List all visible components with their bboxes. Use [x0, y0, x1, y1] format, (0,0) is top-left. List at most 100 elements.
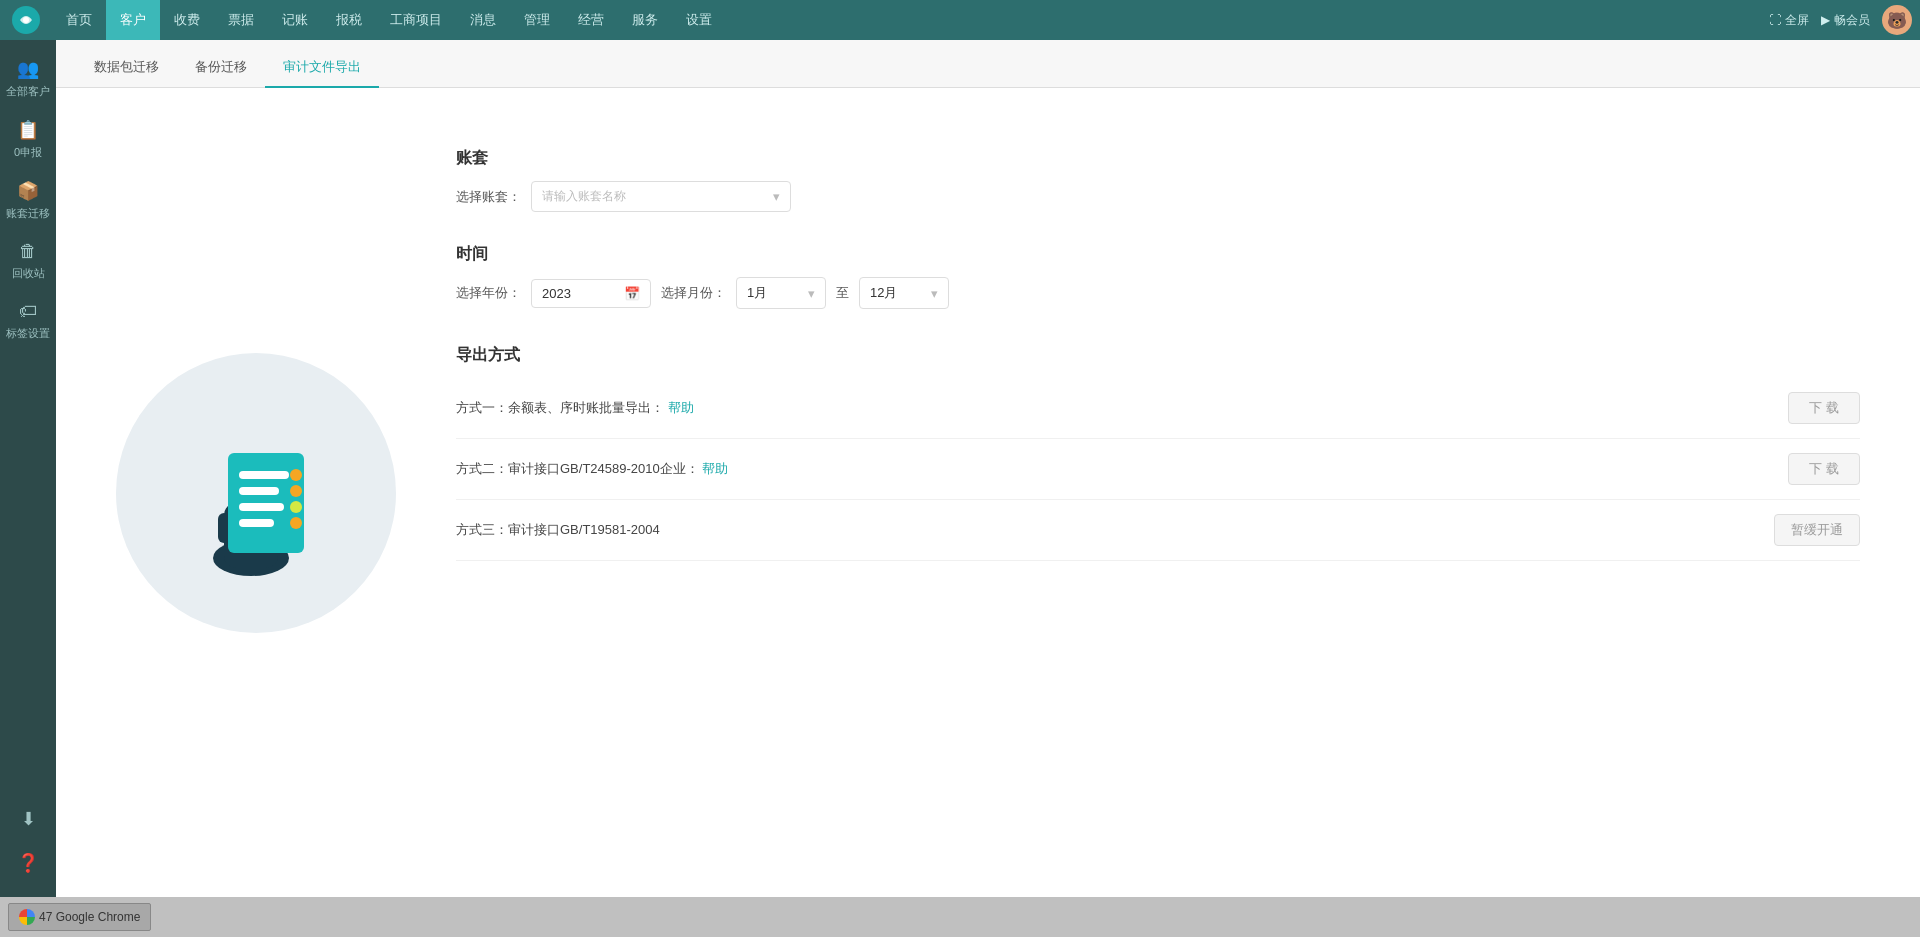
trash-icon: 🗑 — [19, 241, 37, 262]
nav-tax[interactable]: 报税 — [322, 0, 376, 40]
method-3-open-button[interactable]: 暂缓开通 — [1774, 514, 1860, 546]
month-end-chevron: ▾ — [931, 286, 938, 301]
content-area: 数据包迁移 备份迁移 审计文件导出 — [56, 40, 1920, 897]
sidebar-item-label: 账套迁移 — [6, 206, 50, 221]
nav-message[interactable]: 消息 — [456, 0, 510, 40]
app-logo — [8, 2, 44, 38]
illustration-circle — [116, 353, 396, 633]
taskbar: 47 Google Chrome — [0, 897, 1920, 937]
month-start-value: 1月 — [747, 284, 767, 302]
svg-point-13 — [290, 485, 302, 497]
method-2-label: 方式二：审计接口GB/T24589-2010企业： 帮助 — [456, 460, 728, 478]
sidebar-download-icon[interactable]: ⬇ — [10, 801, 46, 837]
export-section: 导出方式 方式一：余额表、序时账批量导出： 帮助 下 载 方式二：审计接口GB/… — [456, 345, 1860, 561]
nav-home[interactable]: 首页 — [52, 0, 106, 40]
nav-manage[interactable]: 管理 — [510, 0, 564, 40]
method-2-text: 方式二：审计接口GB/T24589-2010企业： — [456, 461, 699, 476]
top-nav: 首页 客户 收费 票据 记账 报税 工商项目 消息 管理 经营 服务 设置 ⛶ … — [0, 0, 1920, 40]
nav-settings[interactable]: 设置 — [672, 0, 726, 40]
time-section: 时间 选择年份： 2023 📅 选择月份： 1月 ▾ 至 — [456, 244, 1860, 317]
tab-audit-export[interactable]: 审计文件导出 — [265, 48, 379, 88]
month-end-select[interactable]: 12月 ▾ — [859, 277, 949, 309]
method-1-help-link[interactable]: 帮助 — [668, 400, 694, 415]
sidebar-bottom: ⬇ ❓ — [10, 801, 46, 897]
to-separator: 至 — [836, 284, 849, 302]
member-button[interactable]: ▶ 畅会员 — [1821, 12, 1870, 29]
sidebar-item-tag-settings[interactable]: 🏷 标签设置 — [0, 291, 56, 351]
tab-data-migrate[interactable]: 数据包迁移 — [76, 48, 177, 88]
time-section-title: 时间 — [456, 244, 1860, 265]
fullscreen-button[interactable]: ⛶ 全屏 — [1769, 12, 1809, 29]
account-select-input[interactable]: 请输入账套名称 ▾ — [531, 181, 791, 212]
export-method-3: 方式三：审计接口GB/T19581-2004 暂缓开通 — [456, 500, 1860, 561]
method-3-text: 方式三：审计接口GB/T19581-2004 — [456, 522, 660, 537]
svg-rect-8 — [239, 471, 289, 479]
sidebar-item-zero-declare[interactable]: 📋 0申报 — [0, 109, 56, 170]
year-input[interactable]: 2023 📅 — [531, 279, 651, 308]
nav-billing[interactable]: 收费 — [160, 0, 214, 40]
sidebar-item-recycle[interactable]: 🗑 回收站 — [0, 231, 56, 291]
time-row: 选择年份： 2023 📅 选择月份： 1月 ▾ 至 12月 — [456, 277, 1860, 309]
nav-service[interactable]: 服务 — [618, 0, 672, 40]
month-label: 选择月份： — [661, 284, 726, 302]
main-layout: 👥 全部客户 📋 0申报 📦 账套迁移 🗑 回收站 🏷 标签设置 ⬇ ❓ 数据包… — [0, 40, 1920, 897]
svg-point-14 — [290, 501, 302, 513]
illustration-area — [116, 128, 396, 857]
svg-point-15 — [290, 517, 302, 529]
account-select-placeholder: 请输入账套名称 — [542, 188, 626, 205]
chrome-icon — [19, 909, 35, 925]
sidebar: 👥 全部客户 📋 0申报 📦 账套迁移 🗑 回收站 🏷 标签设置 ⬇ ❓ — [0, 40, 56, 897]
method-3-label: 方式三：审计接口GB/T19581-2004 — [456, 521, 660, 539]
month-end-value: 12月 — [870, 284, 897, 302]
tag-icon: 🏷 — [19, 301, 37, 322]
sidebar-item-label: 回收站 — [12, 266, 45, 281]
export-section-title: 导出方式 — [456, 345, 1860, 366]
declare-icon: 📋 — [17, 119, 39, 141]
play-icon: ▶ — [1821, 13, 1830, 27]
nav-operation[interactable]: 经营 — [564, 0, 618, 40]
customers-icon: 👥 — [17, 58, 39, 80]
tab-backup-migrate[interactable]: 备份迁移 — [177, 48, 265, 88]
account-section-title: 账套 — [456, 148, 1860, 169]
account-select-row: 选择账套： 请输入账套名称 ▾ — [456, 181, 1860, 212]
nav-items: 首页 客户 收费 票据 记账 报税 工商项目 消息 管理 经营 服务 设置 — [52, 0, 1769, 40]
nav-invoice[interactable]: 票据 — [214, 0, 268, 40]
member-label: 畅会员 — [1834, 12, 1870, 29]
account-section: 账套 选择账套： 请输入账套名称 ▾ — [456, 148, 1860, 220]
svg-point-12 — [290, 469, 302, 481]
migrate-icon: 📦 — [17, 180, 39, 202]
avatar[interactable]: 🐻 — [1882, 5, 1912, 35]
account-select-chevron: ▾ — [773, 189, 780, 204]
nav-business[interactable]: 工商项目 — [376, 0, 456, 40]
sidebar-item-label: 0申报 — [14, 145, 42, 160]
calendar-icon: 📅 — [624, 286, 640, 301]
nav-right: ⛶ 全屏 ▶ 畅会员 🐻 — [1769, 5, 1912, 35]
fullscreen-label: 全屏 — [1785, 12, 1809, 29]
svg-rect-11 — [239, 519, 274, 527]
year-label: 选择年份： — [456, 284, 521, 302]
method-2-download-button[interactable]: 下 载 — [1788, 453, 1860, 485]
month-start-select[interactable]: 1月 ▾ — [736, 277, 826, 309]
account-select-label: 选择账套： — [456, 188, 521, 206]
method-1-download-button[interactable]: 下 载 — [1788, 392, 1860, 424]
export-method-1: 方式一：余额表、序时账批量导出： 帮助 下 载 — [456, 378, 1860, 439]
export-method-2: 方式二：审计接口GB/T24589-2010企业： 帮助 下 载 — [456, 439, 1860, 500]
method-1-label: 方式一：余额表、序时账批量导出： 帮助 — [456, 399, 694, 417]
year-value: 2023 — [542, 286, 571, 301]
taskbar-label: 47 Google Chrome — [39, 910, 140, 924]
method-1-text: 方式一：余额表、序时账批量导出： — [456, 400, 664, 415]
taskbar-chrome[interactable]: 47 Google Chrome — [8, 903, 151, 931]
nav-customer[interactable]: 客户 — [106, 0, 160, 40]
svg-point-1 — [23, 17, 29, 23]
main-panel: 账套 选择账套： 请输入账套名称 ▾ 时间 选择年份： — [56, 88, 1920, 897]
fullscreen-icon: ⛶ — [1769, 13, 1781, 27]
method-2-help-link[interactable]: 帮助 — [702, 461, 728, 476]
sidebar-item-all-customers[interactable]: 👥 全部客户 — [0, 48, 56, 109]
sidebar-item-migrate[interactable]: 📦 账套迁移 — [0, 170, 56, 231]
svg-rect-10 — [239, 503, 284, 511]
nav-bookkeeping[interactable]: 记账 — [268, 0, 322, 40]
sidebar-item-label: 全部客户 — [6, 84, 50, 99]
svg-rect-9 — [239, 487, 279, 495]
tabs-bar: 数据包迁移 备份迁移 审计文件导出 — [56, 40, 1920, 88]
sidebar-help-icon[interactable]: ❓ — [10, 845, 46, 881]
